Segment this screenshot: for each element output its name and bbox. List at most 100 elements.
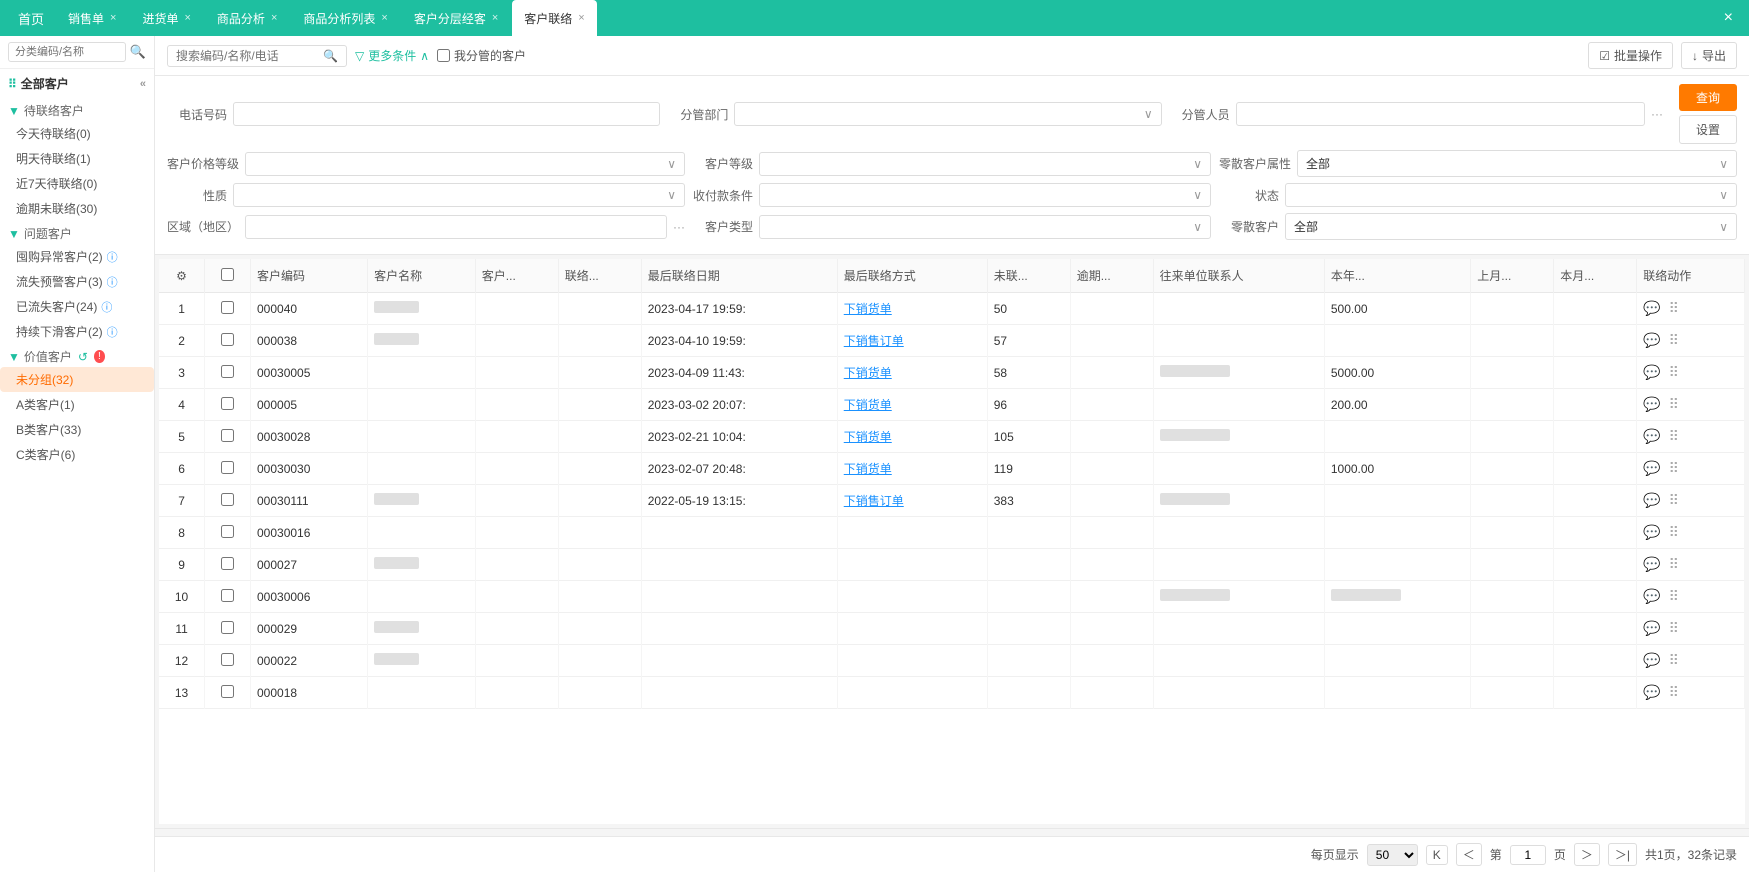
message-icon[interactable]: 💬 bbox=[1643, 332, 1660, 349]
sidebar-item-lost[interactable]: 已流失客户(24) ⓘ bbox=[0, 294, 154, 319]
first-page-button[interactable]: K bbox=[1426, 845, 1448, 865]
row-checkbox[interactable] bbox=[221, 301, 234, 314]
message-icon[interactable]: 💬 bbox=[1643, 588, 1660, 605]
row-checkbox[interactable] bbox=[221, 493, 234, 506]
message-icon[interactable]: 💬 bbox=[1643, 684, 1660, 701]
cell-checkbox[interactable] bbox=[205, 517, 251, 549]
prev-page-button[interactable]: ＜ bbox=[1456, 843, 1482, 866]
sidebar-search-input[interactable] bbox=[8, 42, 126, 62]
filter-dept-select[interactable]: ∨ bbox=[734, 102, 1161, 126]
main-search-input[interactable] bbox=[176, 49, 319, 63]
sidebar-item-abnormal[interactable]: 囤购异常客户(2) ⓘ bbox=[0, 244, 154, 269]
close-tab-sales-icon[interactable]: × bbox=[110, 12, 116, 24]
grid-icon[interactable]: ⠿ bbox=[1669, 460, 1679, 477]
last-method-link[interactable]: 下销货单 bbox=[844, 366, 892, 380]
reset-button[interactable]: 设置 bbox=[1679, 115, 1737, 144]
col-settings[interactable]: ⚙ bbox=[159, 259, 205, 293]
filter-payment-select[interactable]: ∨ bbox=[759, 183, 1211, 207]
last-method-link[interactable]: 下销货单 bbox=[844, 462, 892, 476]
nav-tab-analysis[interactable]: 商品分析 × bbox=[205, 0, 289, 36]
grid-icon[interactable]: ⠿ bbox=[1669, 492, 1679, 509]
grid-icon[interactable]: ⠿ bbox=[1669, 428, 1679, 445]
next-page-button[interactable]: ＞ bbox=[1574, 843, 1600, 866]
message-icon[interactable]: 💬 bbox=[1643, 428, 1660, 445]
row-checkbox[interactable] bbox=[221, 557, 234, 570]
sidebar-item-declining[interactable]: 持续下滑客户(2) ⓘ bbox=[0, 319, 154, 344]
query-button[interactable]: 查询 bbox=[1679, 84, 1737, 111]
cell-checkbox[interactable] bbox=[205, 453, 251, 485]
nav-tab-customer-contact[interactable]: 客户联络 × bbox=[512, 0, 596, 36]
close-tab-purchase-icon[interactable]: × bbox=[184, 12, 190, 24]
filter-customer-level-select[interactable]: ∨ bbox=[759, 152, 1211, 176]
filter-nature-select[interactable]: ∨ bbox=[233, 183, 685, 207]
last-page-button[interactable]: ＞| bbox=[1608, 843, 1637, 866]
row-checkbox[interactable] bbox=[221, 461, 234, 474]
row-checkbox[interactable] bbox=[221, 365, 234, 378]
last-method-link[interactable]: 下销货单 bbox=[844, 398, 892, 412]
nav-tab-sales[interactable]: 销售单 × bbox=[56, 0, 128, 36]
sidebar-item-ungroup[interactable]: 未分组(32) bbox=[0, 367, 154, 392]
filter-region-more-icon[interactable]: ··· bbox=[673, 220, 685, 234]
close-tab-analysis-icon[interactable]: × bbox=[271, 12, 277, 24]
sidebar-search-icon[interactable]: 🔍 bbox=[130, 44, 146, 60]
sidebar-collapse-icon[interactable]: « bbox=[140, 78, 146, 90]
sidebar-item-typeA[interactable]: A类客户(1) bbox=[0, 392, 154, 417]
row-checkbox[interactable] bbox=[221, 685, 234, 698]
close-tab-contact-icon[interactable]: × bbox=[578, 12, 584, 24]
grid-icon[interactable]: ⠿ bbox=[1669, 652, 1679, 669]
batch-op-button[interactable]: ☑ 批量操作 bbox=[1588, 42, 1673, 69]
my-customers-check[interactable]: 我分管的客户 bbox=[437, 47, 526, 64]
last-method-link[interactable]: 下销售订单 bbox=[844, 334, 904, 348]
close-tab-analysis-list-icon[interactable]: × bbox=[381, 12, 387, 24]
filter-status-select[interactable]: ∨ bbox=[1285, 183, 1737, 207]
grid-icon[interactable]: ⠿ bbox=[1669, 684, 1679, 701]
message-icon[interactable]: 💬 bbox=[1643, 524, 1660, 541]
sidebar-item-typeB[interactable]: B类客户(33) bbox=[0, 417, 154, 442]
cell-checkbox[interactable] bbox=[205, 677, 251, 709]
sidebar-item-typeC[interactable]: C类客户(6) bbox=[0, 442, 154, 467]
cell-checkbox[interactable] bbox=[205, 549, 251, 581]
value-refresh-icon[interactable]: ↺ bbox=[78, 350, 88, 364]
filter-retail-attr-select[interactable]: 全部 ∨ bbox=[1297, 150, 1737, 177]
message-icon[interactable]: 💬 bbox=[1643, 300, 1660, 317]
cell-checkbox[interactable] bbox=[205, 357, 251, 389]
col-checkbox[interactable] bbox=[205, 259, 251, 293]
row-checkbox[interactable] bbox=[221, 397, 234, 410]
more-conditions-btn[interactable]: ▽ 更多条件 ∧ bbox=[355, 47, 429, 64]
grid-icon[interactable]: ⠿ bbox=[1669, 332, 1679, 349]
sidebar-item-warning[interactable]: 流失预警客户(3) ⓘ bbox=[0, 269, 154, 294]
last-method-link[interactable]: 下销售订单 bbox=[844, 494, 904, 508]
row-checkbox[interactable] bbox=[221, 653, 234, 666]
nav-tab-analysis-list[interactable]: 商品分析列表 × bbox=[291, 0, 399, 36]
row-checkbox[interactable] bbox=[221, 429, 234, 442]
cell-checkbox[interactable] bbox=[205, 613, 251, 645]
grid-icon[interactable]: ⠿ bbox=[1669, 396, 1679, 413]
filter-customer-type-select[interactable]: ∨ bbox=[759, 215, 1211, 239]
filter-price-level-select[interactable]: ∨ bbox=[245, 152, 685, 176]
row-checkbox[interactable] bbox=[221, 525, 234, 538]
last-method-link[interactable]: 下销货单 bbox=[844, 302, 892, 316]
grid-icon[interactable]: ⠿ bbox=[1669, 524, 1679, 541]
row-checkbox[interactable] bbox=[221, 333, 234, 346]
row-checkbox[interactable] bbox=[221, 589, 234, 602]
filter-region-input[interactable] bbox=[245, 215, 667, 239]
top-close-button[interactable]: × bbox=[1716, 9, 1741, 27]
my-customers-checkbox[interactable] bbox=[437, 49, 450, 62]
message-icon[interactable]: 💬 bbox=[1643, 556, 1660, 573]
all-customers-header[interactable]: ⠿ 全部客户 « bbox=[0, 69, 154, 98]
close-tab-segment-icon[interactable]: × bbox=[492, 12, 498, 24]
message-icon[interactable]: 💬 bbox=[1643, 396, 1660, 413]
per-page-select[interactable]: 50 100 200 bbox=[1367, 844, 1418, 866]
row-checkbox[interactable] bbox=[221, 621, 234, 634]
cell-checkbox[interactable] bbox=[205, 485, 251, 517]
last-method-link[interactable]: 下销货单 bbox=[844, 430, 892, 444]
filter-retail-customer-select[interactable]: 全部 ∨ bbox=[1285, 213, 1737, 240]
grid-icon[interactable]: ⠿ bbox=[1669, 588, 1679, 605]
cell-checkbox[interactable] bbox=[205, 645, 251, 677]
cell-checkbox[interactable] bbox=[205, 325, 251, 357]
page-input[interactable] bbox=[1510, 845, 1546, 865]
cell-checkbox[interactable] bbox=[205, 421, 251, 453]
sidebar-item-today[interactable]: 今天待联络(0) bbox=[0, 121, 154, 146]
message-icon[interactable]: 💬 bbox=[1643, 492, 1660, 509]
filter-person-input[interactable] bbox=[1236, 102, 1645, 126]
